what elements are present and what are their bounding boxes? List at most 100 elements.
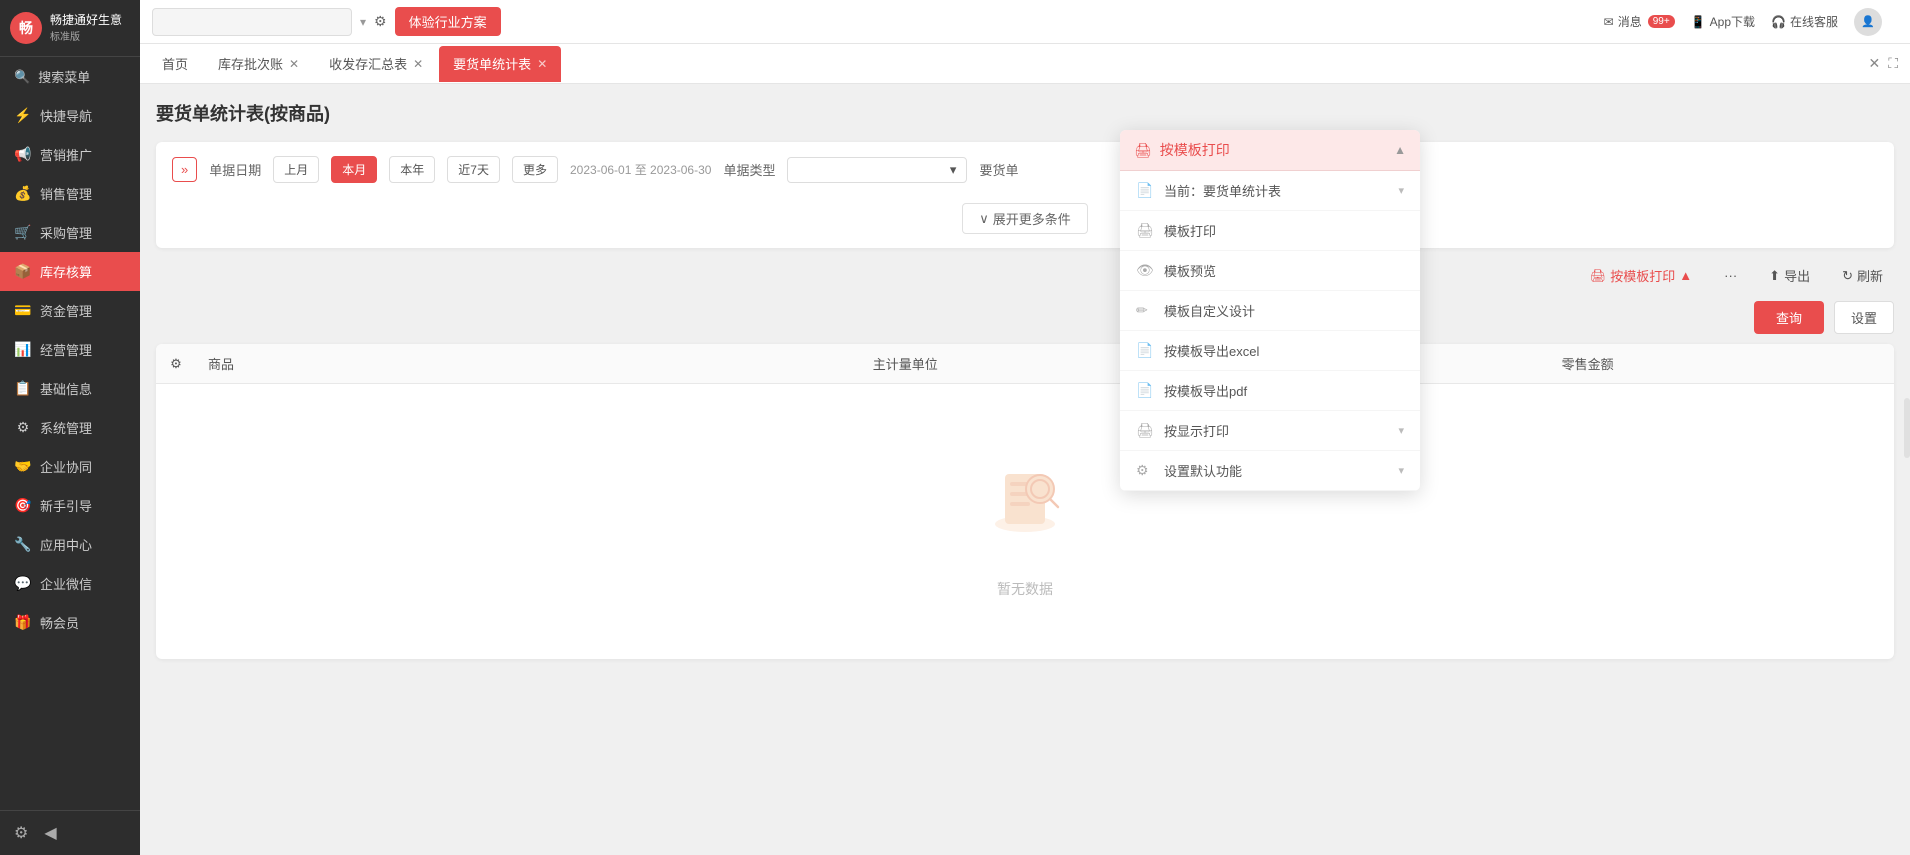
- query-button[interactable]: 查询: [1754, 301, 1824, 334]
- display-print-icon: 🖨: [1136, 422, 1154, 439]
- date-btn-more[interactable]: 更多: [512, 156, 558, 183]
- sidebar-item-purchase[interactable]: 🛒 采购管理: [0, 213, 140, 252]
- close-window-icon[interactable]: ✕: [1868, 55, 1880, 72]
- sidebar-item-finance[interactable]: 💳 资金管理: [0, 291, 140, 330]
- date-btn-last-month[interactable]: 上月: [273, 156, 319, 183]
- more-icon: ···: [1724, 268, 1737, 283]
- trial-button[interactable]: 体验行业方案: [395, 7, 501, 36]
- app-badge: 标准版: [50, 28, 122, 43]
- operations-icon: 📊: [14, 341, 32, 358]
- dropdown-template-excel[interactable]: 📄 按模板导出excel: [1120, 331, 1420, 371]
- topbar-chevron-icon[interactable]: ▾: [360, 15, 366, 29]
- settings-footer-icon[interactable]: ⚙: [14, 823, 28, 843]
- tab-close-receipts-summary[interactable]: ✕: [413, 57, 423, 71]
- tab-label: 收发存汇总表: [329, 54, 407, 73]
- search-menu[interactable]: 🔍 搜索菜单: [0, 57, 140, 96]
- filter-card: » 单据日期 上月 本月 本年 近7天 更多 2023-06-01 至 2023…: [156, 142, 1894, 248]
- topbar-gear-icon[interactable]: ⚙: [374, 13, 387, 30]
- tab-close-inventory-batch[interactable]: ✕: [289, 57, 299, 71]
- tab-inventory-batch[interactable]: 库存批次账 ✕: [204, 46, 313, 82]
- inventory-icon: 📦: [14, 263, 32, 280]
- print-template-button[interactable]: 🖨 按模板打印 ▲: [1579, 260, 1703, 291]
- expand-down-icon: ∨: [979, 211, 989, 227]
- sidebar-item-system[interactable]: ⚙ 系统管理: [0, 408, 140, 447]
- sidebar-item-label: 采购管理: [40, 223, 92, 242]
- template-preview-label: 模板预览: [1164, 261, 1216, 280]
- sidebar-item-member[interactable]: 🎁 畅会员: [0, 603, 140, 642]
- th-amount: 零售金额: [1550, 354, 1894, 373]
- empty-icon: [975, 444, 1075, 563]
- tab-close-order-stats[interactable]: ✕: [537, 57, 547, 71]
- sidebar-item-quick-nav[interactable]: ⚡ 快捷导航: [0, 96, 140, 135]
- expand-icon: »: [181, 162, 188, 177]
- empty-state: 暂无数据: [156, 384, 1894, 659]
- set-default-arrow: ▾: [1398, 464, 1404, 477]
- export-icon: ⬆: [1769, 268, 1780, 284]
- template-excel-label: 按模板导出excel: [1164, 341, 1259, 360]
- export-button[interactable]: ⬆ 导出: [1758, 260, 1821, 291]
- date-filter-label: 单据日期: [209, 160, 261, 179]
- dropdown-template-pdf[interactable]: 📄 按模板导出pdf: [1120, 371, 1420, 411]
- date-btn-this-year[interactable]: 本年: [389, 156, 435, 183]
- sidebar-item-basic-info[interactable]: 📋 基础信息: [0, 369, 140, 408]
- sidebar-item-marketing[interactable]: 📢 营销推广: [0, 135, 140, 174]
- sidebar-item-operations[interactable]: 📊 经营管理: [0, 330, 140, 369]
- messages-button[interactable]: ✉ 消息 99+: [1604, 13, 1675, 30]
- sidebar-item-cooperation[interactable]: 🤝 企业协同: [0, 447, 140, 486]
- marketing-icon: 📢: [14, 146, 32, 163]
- sidebar-item-app-center[interactable]: 🔧 应用中心: [0, 525, 140, 564]
- sidebar-item-label: 应用中心: [40, 535, 92, 554]
- th-product: 商品: [196, 354, 861, 373]
- expand-more-button[interactable]: ∨ 展开更多条件: [962, 203, 1088, 234]
- data-table: ⚙ 商品 主计量单位 主数量 零售金额: [156, 344, 1894, 659]
- sidebar-item-label: 新手引导: [40, 496, 92, 515]
- sales-icon: 💰: [14, 185, 32, 202]
- filter-expand-button[interactable]: »: [172, 157, 197, 182]
- date-btn-7days[interactable]: 近7天: [447, 156, 500, 183]
- phone-icon: 📱: [1691, 15, 1706, 29]
- purchase-icon: 🛒: [14, 224, 32, 241]
- expand-window-icon[interactable]: ⛶: [1888, 55, 1898, 72]
- settings-button[interactable]: 设置: [1834, 301, 1894, 334]
- dropdown-header-right: ▲: [1394, 143, 1406, 157]
- online-support-button[interactable]: 🎧 在线客服: [1771, 13, 1838, 30]
- tab-label: 要货单统计表: [453, 54, 531, 73]
- sidebar-item-label: 畅会员: [40, 613, 79, 632]
- dropdown-template-design[interactable]: ✏ 模板自定义设计: [1120, 291, 1420, 331]
- date-btn-this-month[interactable]: 本月: [331, 156, 377, 183]
- dropdown-template-print[interactable]: 🖨 模板打印: [1120, 211, 1420, 251]
- sidebar-item-label: 基础信息: [40, 379, 92, 398]
- type-filter-label: 单据类型: [723, 160, 775, 179]
- type-filter-select[interactable]: ▾: [787, 157, 967, 183]
- date-range-display: 2023-06-01 至 2023-06-30: [570, 161, 711, 178]
- topbar-search-input[interactable]: [152, 8, 352, 36]
- dropdown-display-print[interactable]: 🖨 按显示打印 ▾: [1120, 411, 1420, 451]
- topbar-actions: ✉ 消息 99+ 📱 App下载 🎧 在线客服 👤: [1604, 8, 1898, 36]
- sidebar-item-inventory[interactable]: 📦 库存核算: [0, 252, 140, 291]
- more-options-button[interactable]: ···: [1713, 262, 1748, 289]
- set-default-icon: ⚙: [1136, 462, 1154, 479]
- collapse-footer-icon[interactable]: ◀: [44, 823, 56, 843]
- refresh-button[interactable]: ↻ 刷新: [1831, 260, 1894, 291]
- table-header: ⚙ 商品 主计量单位 主数量 零售金额: [156, 344, 1894, 384]
- app-download-button[interactable]: 📱 App下载: [1691, 13, 1755, 30]
- tab-order-stats[interactable]: 要货单统计表 ✕: [439, 46, 561, 82]
- finance-icon: 💳: [14, 302, 32, 319]
- dropdown-current-template[interactable]: 📄 当前：要货单统计表 ▾: [1120, 171, 1420, 211]
- dropdown-close-chevron[interactable]: ▲: [1394, 143, 1406, 157]
- scroll-handle[interactable]: [1904, 398, 1910, 458]
- tab-receipts-summary[interactable]: 收发存汇总表 ✕: [315, 46, 437, 82]
- user-avatar[interactable]: 👤: [1854, 8, 1882, 36]
- sidebar-item-sales[interactable]: 💰 销售管理: [0, 174, 140, 213]
- sidebar-item-guide[interactable]: 🎯 新手引导: [0, 486, 140, 525]
- refresh-icon: ↻: [1842, 268, 1853, 284]
- quick-nav-icon: ⚡: [14, 107, 32, 124]
- tab-home[interactable]: 首页: [148, 54, 202, 73]
- th-settings[interactable]: ⚙: [156, 356, 196, 372]
- dropdown-set-default[interactable]: ⚙ 设置默认功能 ▾: [1120, 451, 1420, 491]
- sidebar-item-wechat[interactable]: 💬 企业微信: [0, 564, 140, 603]
- action-bar: 🖨 按模板打印 ▲ ··· ⬆ 导出 ↻ 刷新: [156, 260, 1894, 291]
- dropdown-template-preview[interactable]: 👁 模板预览: [1120, 251, 1420, 291]
- refresh-label: 刷新: [1857, 266, 1883, 285]
- dropdown-header-left: 🖨 按模板打印: [1134, 140, 1230, 160]
